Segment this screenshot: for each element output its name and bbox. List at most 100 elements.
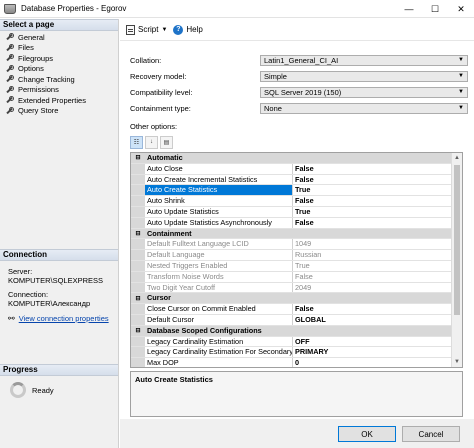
view-connection-properties[interactable]: ⚯ View connection properties (0, 313, 118, 324)
ok-button[interactable]: OK (338, 426, 396, 442)
grid-scrollbar[interactable]: ▲ ▼ (451, 153, 462, 367)
property-pages-icon[interactable]: ▤ (160, 135, 173, 149)
grid-property-row[interactable]: Legacy Cardinality Estimation For Second… (131, 347, 462, 359)
grid-property-row[interactable]: Auto Close False (131, 163, 462, 175)
chevron-down-icon: ▼ (458, 73, 464, 79)
page-item-label: General (18, 32, 45, 42)
grid-property-row[interactable]: Legacy Cardinality Estimation OFF (131, 336, 462, 348)
collapse-icon[interactable]: ⊟ (131, 228, 145, 239)
collapse-icon[interactable]: ⊟ (131, 153, 145, 163)
grid-property-name: Auto Close (145, 163, 293, 174)
script-label: Script (138, 25, 159, 34)
page-item-query-store[interactable]: Query Store (0, 106, 118, 117)
recovery-row: Recovery model: Simple ▼ (130, 71, 470, 82)
connection-section: Connection Server: KOMPUTER\SQLEXPRESS C… (0, 249, 118, 324)
script-button[interactable]: Script ▼ (126, 24, 167, 35)
compatibility-row: Compatibility level: SQL Server 2019 (15… (130, 87, 470, 98)
maximize-button[interactable]: ☐ (422, 0, 448, 18)
scroll-up-icon[interactable]: ▲ (452, 153, 462, 163)
page-item-label: Files (18, 43, 34, 53)
grid-property-row[interactable]: Default Cursor GLOBAL (131, 314, 462, 326)
grid-property-value-text: 0 (295, 358, 300, 368)
grid-property-row[interactable]: Max DOP 0 (131, 358, 462, 368)
row-gutter (131, 185, 145, 196)
grid-property-row[interactable]: Default Fulltext Language LCID 1049 (131, 239, 462, 251)
grid-property-value[interactable]: True⌄ (293, 185, 462, 195)
grid-property-name: Auto Update Statistics Asynchronously (145, 217, 293, 228)
containment-select[interactable]: None ▼ (260, 103, 468, 114)
scroll-thumb[interactable] (454, 165, 460, 315)
grid-property-value-text: False (295, 174, 314, 184)
grid-property-value[interactable]: False (293, 272, 462, 282)
page-item-files[interactable]: Files (0, 43, 118, 54)
grid-property-row[interactable]: Auto Update Statistics Asynchronously Fal… (131, 217, 462, 229)
grid-property-value[interactable]: 1049 (293, 239, 462, 249)
help-label: Help (186, 25, 203, 34)
grid-category-row[interactable]: ⊟ Automatic (131, 153, 462, 164)
help-button[interactable]: ? Help (173, 24, 203, 35)
connection-icon: ⚯ (8, 314, 15, 323)
grid-property-value[interactable]: False (293, 218, 462, 228)
recovery-select[interactable]: Simple ▼ (260, 71, 468, 82)
categorized-icon[interactable]: ☷ (130, 135, 143, 149)
view-connection-link[interactable]: View connection properties (19, 314, 109, 323)
scroll-down-icon[interactable]: ▼ (452, 357, 462, 367)
grid-property-name: Two Digit Year Cutoff (145, 282, 293, 293)
grid-property-row[interactable]: Auto Shrink False (131, 196, 462, 207)
page-item-options[interactable]: Options (0, 64, 118, 75)
sort-alphabetical-icon[interactable]: ↓ (145, 135, 158, 149)
select-page-header: Select a page (0, 19, 118, 31)
grid-property-value[interactable]: False (293, 164, 462, 174)
grid-property-value[interactable]: True (293, 207, 462, 217)
page-item-permissions[interactable]: Permissions (0, 85, 118, 96)
page-item-filegroups[interactable]: Filegroups (0, 53, 118, 64)
compatibility-select[interactable]: SQL Server 2019 (150) ▼ (260, 87, 468, 98)
page-item-general[interactable]: General (0, 32, 118, 43)
close-button[interactable]: ✕ (448, 0, 474, 18)
grid-property-value[interactable]: PRIMARY (293, 347, 462, 357)
containment-row: Containment type: None ▼ (130, 103, 470, 114)
grid-property-value[interactable]: False (293, 175, 462, 185)
chevron-down-icon: ▼ (458, 57, 464, 63)
grid-property-row[interactable]: Auto Create StatisticsTrue⌄ (131, 185, 462, 197)
page-item-extended-properties[interactable]: Extended Properties (0, 95, 118, 106)
grid-property-row[interactable]: Default Language Russian (131, 250, 462, 261)
grid-property-value[interactable]: False (293, 196, 462, 206)
row-gutter (131, 282, 145, 293)
grid-property-name: Auto Update Statistics (145, 206, 293, 217)
grid-category-row[interactable]: ⊟ Database Scoped Configurations (131, 325, 462, 337)
recovery-label: Recovery model: (130, 72, 187, 81)
cancel-button[interactable]: Cancel (402, 426, 460, 442)
page-item-change-tracking[interactable]: Change Tracking (0, 74, 118, 85)
row-gutter (131, 217, 145, 228)
grid-property-value[interactable]: True (293, 261, 462, 271)
page-item-label: Filegroups (18, 53, 54, 63)
grid-property-value[interactable]: 0 (293, 358, 462, 368)
server-value: KOMPUTER\SQLEXPRESS (8, 276, 104, 285)
grid-category-row[interactable]: ⊟ Containment (131, 228, 462, 240)
row-gutter (131, 174, 145, 185)
grid-property-row[interactable]: Auto Create Incremental Statistics False (131, 174, 462, 186)
grid-property-row[interactable]: Nested Triggers Enabled True (131, 260, 462, 272)
grid-property-row[interactable]: Auto Update Statistics True (131, 206, 462, 218)
collapse-icon[interactable]: ⊟ (131, 325, 145, 336)
grid-property-value[interactable]: Russian (293, 250, 462, 260)
grid-property-row[interactable]: Two Digit Year Cutoff 2049 (131, 282, 462, 294)
chevron-down-icon[interactable]: ▼ (161, 27, 167, 33)
other-options-label: Other options: (130, 122, 178, 131)
collation-select[interactable]: Latin1_General_CI_AI ▼ (260, 55, 468, 66)
grid-property-value[interactable]: False (293, 304, 462, 314)
grid-property-value[interactable]: 2049 (293, 283, 462, 293)
wrench-icon (5, 96, 14, 104)
grid-property-value-text: 1049 (295, 239, 312, 249)
grid-property-value[interactable]: OFF (293, 337, 462, 347)
minimize-button[interactable]: — (396, 0, 422, 18)
grid-property-row[interactable]: Transform Noise Words False (131, 271, 462, 283)
collapse-icon[interactable]: ⊟ (131, 293, 145, 304)
grid-property-value[interactable]: GLOBAL (293, 315, 462, 325)
row-gutter (131, 271, 145, 282)
grid-property-row[interactable]: Close Cursor on Commit Enabled False (131, 304, 462, 315)
grid-category-row[interactable]: ⊟ Cursor (131, 293, 462, 305)
page-item-label: Extended Properties (18, 95, 86, 105)
wrench-icon (5, 106, 14, 115)
